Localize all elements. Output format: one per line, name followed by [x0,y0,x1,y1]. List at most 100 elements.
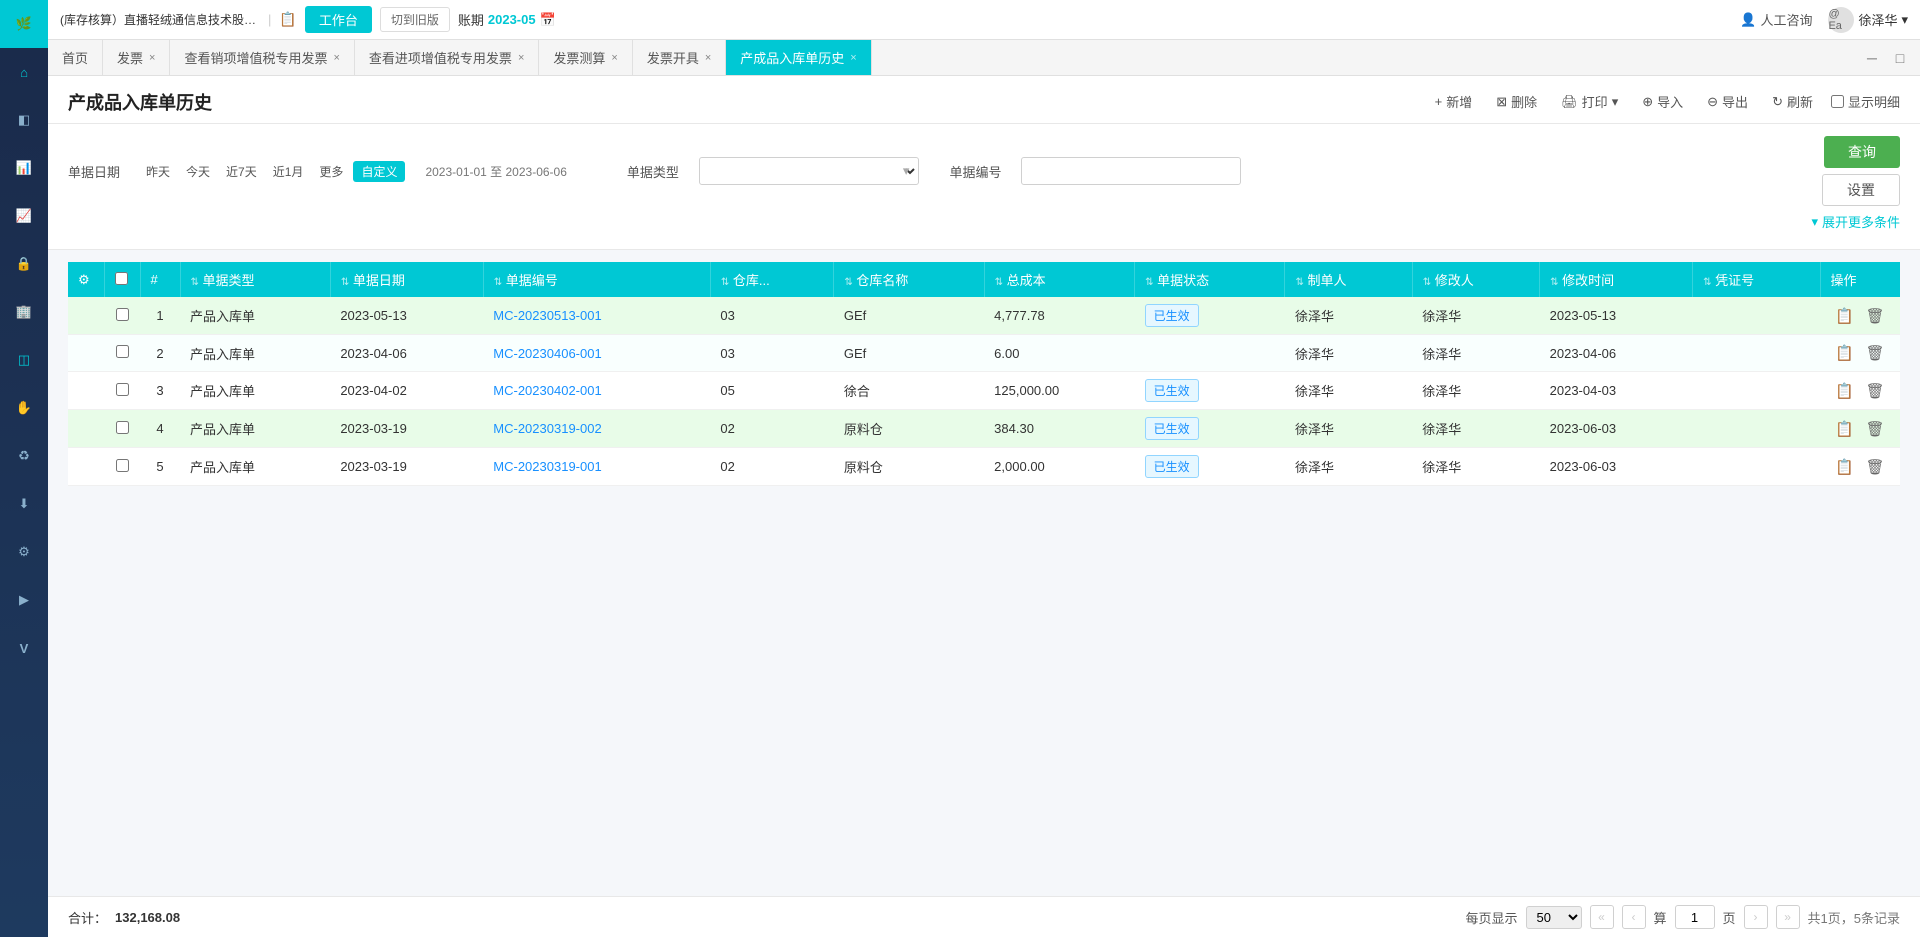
row-delete-button[interactable]: 🗑 [1862,456,1889,478]
user-service[interactable]: 👤 人工咨询 [1740,10,1812,29]
doc-num-link[interactable]: MC-20230319-002 [493,421,601,436]
prev-page-button[interactable]: ‹ [1622,905,1646,929]
date-more-btn[interactable]: 更多 [313,161,349,182]
sidebar-item-home[interactable]: ⌂ [0,48,48,96]
sidebar-item-lock[interactable]: 🔒 [0,240,48,288]
row-checkbox[interactable] [116,383,129,396]
row-edit-button[interactable]: 📋 [1831,456,1858,478]
sidebar-item-box[interactable]: ◫ [0,336,48,384]
row-checkbox-cell[interactable] [104,410,140,448]
row-edit-button[interactable]: 📋 [1831,418,1858,440]
doc-num-link[interactable]: MC-20230319-001 [493,459,601,474]
th-total-cost[interactable]: ⇅ 总成本 [984,262,1134,297]
row-checkbox[interactable] [116,459,129,472]
date-yesterday-btn[interactable]: 昨天 [140,161,176,182]
first-page-button[interactable]: « [1590,905,1614,929]
date-today-btn[interactable]: 今天 [180,161,216,182]
new-button[interactable]: + 新增 [1429,88,1479,115]
row-delete-button[interactable]: 🗑 [1862,305,1889,327]
show-detail-input[interactable] [1831,95,1844,108]
sidebar-item-person[interactable]: ✋ [0,384,48,432]
tab-invoice-close[interactable]: × [149,52,155,64]
sidebar-item-recycle[interactable]: ♻ [0,432,48,480]
doc-num-link[interactable]: MC-20230513-001 [493,308,601,323]
page-input[interactable] [1675,905,1715,929]
row-checkbox-cell[interactable] [104,448,140,486]
row-edit-button[interactable]: 📋 [1831,342,1858,364]
tab-invoice-calc[interactable]: 发票测算 × [539,40,632,76]
th-warehouse-code[interactable]: ⇅ 仓库... [710,262,834,297]
th-doc-status[interactable]: ⇅ 单据状态 [1135,262,1285,297]
calendar-icon[interactable]: 📅 [540,12,556,28]
doc-num-link[interactable]: MC-20230406-001 [493,346,601,361]
th-modifier[interactable]: ⇅ 修改人 [1412,262,1539,297]
sidebar-item-video[interactable]: ▶ [0,576,48,624]
th-warehouse-name[interactable]: ⇅ 仓库名称 [834,262,984,297]
th-checkbox[interactable] [104,262,140,297]
tab-maximize-button[interactable]: □ [1888,46,1912,70]
row-checkbox[interactable] [116,345,129,358]
tab-vat-input[interactable]: 查看进项增值税专用发票 × [355,40,539,76]
row-doc-num[interactable]: MC-20230319-002 [483,410,710,448]
tab-vat-sales-close[interactable]: × [333,52,339,64]
refresh-button[interactable]: ↻ 刷新 [1766,88,1819,115]
row-checkbox-cell[interactable] [104,297,140,335]
next-page-button[interactable]: › [1744,905,1768,929]
switch-button[interactable]: 切到旧版 [380,7,450,32]
row-delete-button[interactable]: 🗑 [1862,380,1889,402]
row-delete-button[interactable]: 🗑 [1862,418,1889,440]
th-doc-type[interactable]: ⇅ 单据类型 [180,262,330,297]
th-voucher-num[interactable]: ⇅ 凭证号 [1693,262,1820,297]
query-button[interactable]: 查询 [1824,136,1900,168]
sidebar-item-download[interactable]: ⬇ [0,480,48,528]
expand-conditions-button[interactable]: ▾ 展开更多条件 [1811,212,1900,231]
date-7days-btn[interactable]: 近7天 [220,161,263,182]
tab-invoice-open-close[interactable]: × [705,52,711,64]
tab-product-history[interactable]: 产成品入库单历史 × [726,40,871,76]
doc-num-input[interactable] [1021,157,1241,185]
date-1month-btn[interactable]: 近1月 [267,161,310,182]
doc-num-link[interactable]: MC-20230402-001 [493,383,601,398]
row-checkbox[interactable] [116,308,129,321]
row-doc-num[interactable]: MC-20230402-001 [483,372,710,410]
row-checkbox[interactable] [116,421,129,434]
tab-invoice-open[interactable]: 发票开具 × [633,40,726,76]
sidebar-item-v[interactable]: V [0,624,48,672]
last-page-button[interactable]: » [1776,905,1800,929]
show-detail-checkbox[interactable]: 显示明细 [1831,92,1900,111]
th-doc-num[interactable]: ⇅ 单据编号 [483,262,710,297]
export-button[interactable]: ⊖ 导出 [1701,88,1754,115]
row-doc-num[interactable]: MC-20230406-001 [483,335,710,372]
app-logo[interactable]: 🌿 [0,0,48,48]
tab-home[interactable]: 首页 [48,40,103,76]
th-settings[interactable]: ⚙ [68,262,104,297]
print-button[interactable]: 🖨 打印 ▾ [1555,88,1624,115]
row-checkbox-cell[interactable] [104,372,140,410]
th-modify-time[interactable]: ⇅ 修改时间 [1540,262,1693,297]
row-doc-num[interactable]: MC-20230513-001 [483,297,710,335]
sidebar-item-doc[interactable]: ◧ [0,96,48,144]
row-delete-button[interactable]: 🗑 [1862,342,1889,364]
sidebar-item-chart[interactable]: 📊 [0,144,48,192]
row-edit-button[interactable]: 📋 [1831,380,1858,402]
doc-type-select[interactable] [699,157,919,185]
tab-vat-sales[interactable]: 查看销项增值税专用发票 × [170,40,354,76]
row-checkbox-cell[interactable] [104,335,140,372]
user-info[interactable]: @ Ea 徐泽华 ▾ [1828,7,1908,33]
th-doc-date[interactable]: ⇅ 单据日期 [330,262,483,297]
date-custom-btn[interactable]: 自定义 [353,161,405,182]
delete-button[interactable]: ⊠ 删除 [1490,88,1543,115]
select-all-checkbox[interactable] [115,272,128,285]
row-doc-num[interactable]: MC-20230319-001 [483,448,710,486]
tab-product-history-close[interactable]: × [850,52,856,64]
tab-invoice-calc-close[interactable]: × [611,52,617,64]
set-button[interactable]: 设置 [1822,174,1900,206]
tab-minimize-button[interactable]: ─ [1860,46,1884,70]
per-page-select[interactable]: 50 10 20 100 [1526,906,1582,929]
tab-vat-input-close[interactable]: × [518,52,524,64]
import-button[interactable]: ⊕ 导入 [1636,88,1689,115]
sidebar-item-settings[interactable]: ⚙ [0,528,48,576]
sidebar-item-analytics[interactable]: 📈 [0,192,48,240]
row-edit-button[interactable]: 📋 [1831,305,1858,327]
tab-invoice[interactable]: 发票 × [103,40,170,76]
